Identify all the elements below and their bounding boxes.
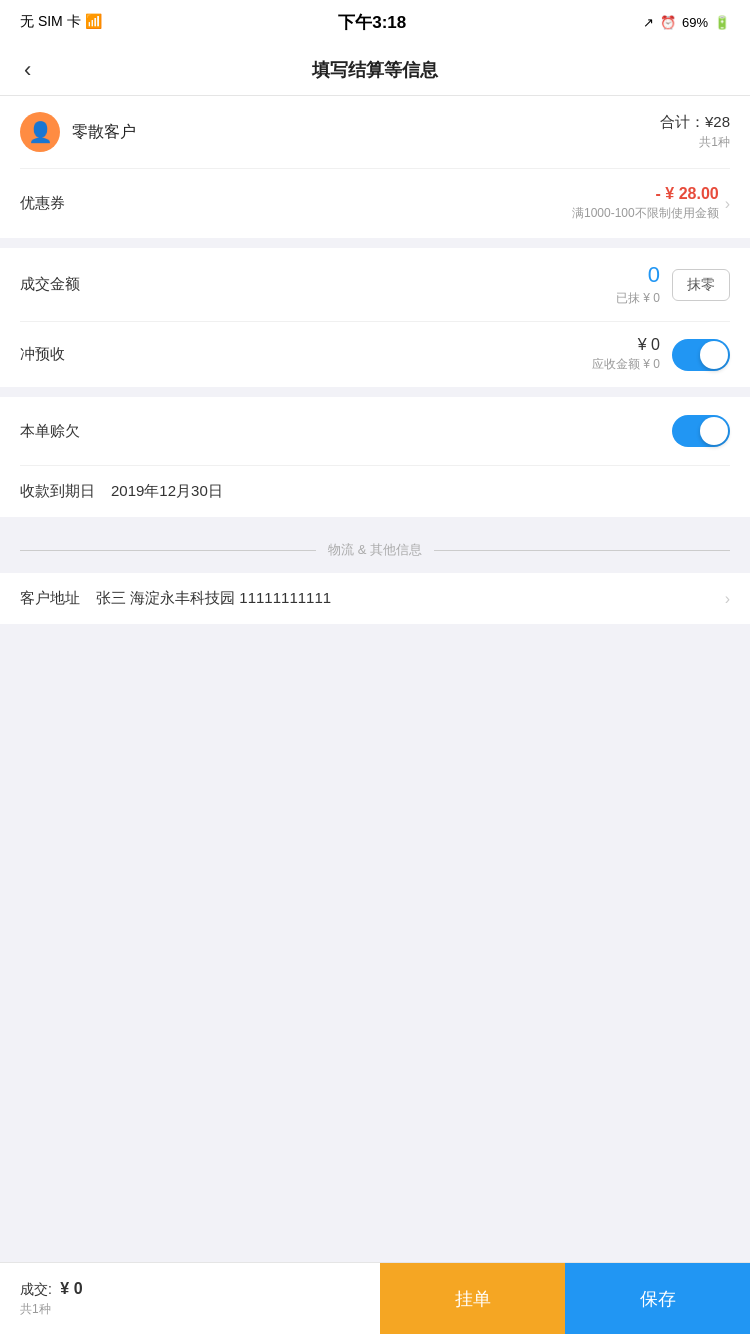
customer-name: 零散客户 <box>72 122 136 143</box>
bottom-deal-label: 成交: <box>20 1281 52 1297</box>
deal-amount-card: 成交金额 0 已抹 ¥ 0 抹零 冲预收 ¥ 0 应收金额 ¥ 0 <box>0 248 750 387</box>
status-left: 无 SIM 卡 📶 <box>20 13 102 31</box>
status-right: ↗ ⏰ 69% 🔋 <box>643 15 730 30</box>
deal-amount-sub: 已抹 ¥ 0 <box>616 290 660 307</box>
pre-receive-label: 冲预收 <box>20 345 65 364</box>
address-label: 客户地址 <box>20 589 80 608</box>
avatar: 👤 <box>20 112 60 152</box>
customer-total: 合计：¥28 <box>660 113 730 132</box>
pre-receive-row: 冲预收 ¥ 0 应收金额 ¥ 0 <box>0 322 750 387</box>
address-value: 张三 海淀永丰科技园 11111111111 <box>96 589 725 608</box>
status-bar: 无 SIM 卡 📶 下午3:18 ↗ ⏰ 69% 🔋 <box>0 0 750 44</box>
alarm-icon: ⏰ <box>660 15 676 30</box>
page-title: 填写结算等信息 <box>312 58 438 82</box>
bottom-deal-amount: ¥ 0 <box>60 1280 82 1297</box>
credit-label: 本单赊欠 <box>20 422 80 441</box>
section-divider-text: 物流 & 其他信息 <box>328 541 422 559</box>
divider-line-left <box>20 550 316 551</box>
pre-receive-toggle[interactable] <box>672 339 730 371</box>
back-button[interactable]: ‹ <box>16 49 39 91</box>
due-date-label: 收款到期日 <box>20 482 95 501</box>
address-row[interactable]: 客户地址 张三 海淀永丰科技园 11111111111 › <box>0 573 750 624</box>
sim-status: 无 SIM 卡 📶 <box>20 13 102 31</box>
divider-line-right <box>434 550 730 551</box>
pre-receive-values: ¥ 0 应收金额 ¥ 0 <box>592 336 660 373</box>
due-date-value: 2019年12月30日 <box>111 482 223 501</box>
main-content: 👤 零散客户 合计：¥28 共1种 优惠券 - ¥ 28.00 满1000-10… <box>0 96 750 714</box>
customer-count: 共1种 <box>660 134 730 151</box>
deal-amount-label: 成交金额 <box>20 275 80 294</box>
customer-card: 👤 零散客户 合计：¥28 共1种 优惠券 - ¥ 28.00 满1000-10… <box>0 96 750 238</box>
address-card: 客户地址 张三 海淀永丰科技园 11111111111 › <box>0 573 750 624</box>
due-date-row: 收款到期日 2019年12月30日 <box>0 466 750 517</box>
deal-amount-right: 0 已抹 ¥ 0 抹零 <box>616 262 730 307</box>
location-icon: ↗ <box>643 15 654 30</box>
pre-receive-right: ¥ 0 应收金额 ¥ 0 <box>592 336 730 373</box>
credit-toggle-knob <box>700 417 728 445</box>
customer-row: 👤 零散客户 合计：¥28 共1种 <box>0 96 750 168</box>
pre-receive-sub-value: 应收金额 ¥ 0 <box>592 356 660 373</box>
coupon-row[interactable]: 优惠券 - ¥ 28.00 满1000-100不限制使用金额 › <box>0 169 750 238</box>
coupon-label: 优惠券 <box>20 194 65 213</box>
deal-amount-values: 0 已抹 ¥ 0 <box>616 262 660 307</box>
bottom-summary: 成交: ¥ 0 共1种 <box>0 1280 380 1318</box>
battery-level: 69% <box>682 15 708 30</box>
coupon-desc: 满1000-100不限制使用金额 <box>572 205 719 222</box>
status-time: 下午3:18 <box>338 11 406 34</box>
customer-left: 👤 零散客户 <box>20 112 136 152</box>
credit-row: 本单赊欠 <box>0 397 750 465</box>
bottom-deal-row: 成交: ¥ 0 <box>20 1280 360 1299</box>
round-button[interactable]: 抹零 <box>672 269 730 301</box>
toggle-knob <box>700 341 728 369</box>
bottom-count: 共1种 <box>20 1301 360 1318</box>
address-chevron-icon: › <box>725 590 730 608</box>
credit-card: 本单赊欠 收款到期日 2019年12月30日 <box>0 397 750 517</box>
customer-right: 合计：¥28 共1种 <box>660 113 730 151</box>
avatar-icon: 👤 <box>28 120 53 144</box>
credit-toggle[interactable] <box>672 415 730 447</box>
logistics-section-divider: 物流 & 其他信息 <box>0 527 750 573</box>
deal-amount-row: 成交金额 0 已抹 ¥ 0 抹零 <box>0 248 750 321</box>
hang-order-button[interactable]: 挂单 <box>380 1263 565 1335</box>
save-button[interactable]: 保存 <box>565 1263 750 1335</box>
deal-amount-value[interactable]: 0 <box>616 262 660 288</box>
battery-icon: 🔋 <box>714 15 730 30</box>
pre-receive-main-value: ¥ 0 <box>592 336 660 354</box>
coupon-amount: - ¥ 28.00 <box>572 185 719 203</box>
coupon-right: - ¥ 28.00 满1000-100不限制使用金额 › <box>572 185 730 222</box>
nav-bar: ‹ 填写结算等信息 <box>0 44 750 96</box>
bottom-bar: 成交: ¥ 0 共1种 挂单 保存 <box>0 1262 750 1334</box>
chevron-right-icon: › <box>725 195 730 213</box>
coupon-values: - ¥ 28.00 满1000-100不限制使用金额 <box>572 185 719 222</box>
